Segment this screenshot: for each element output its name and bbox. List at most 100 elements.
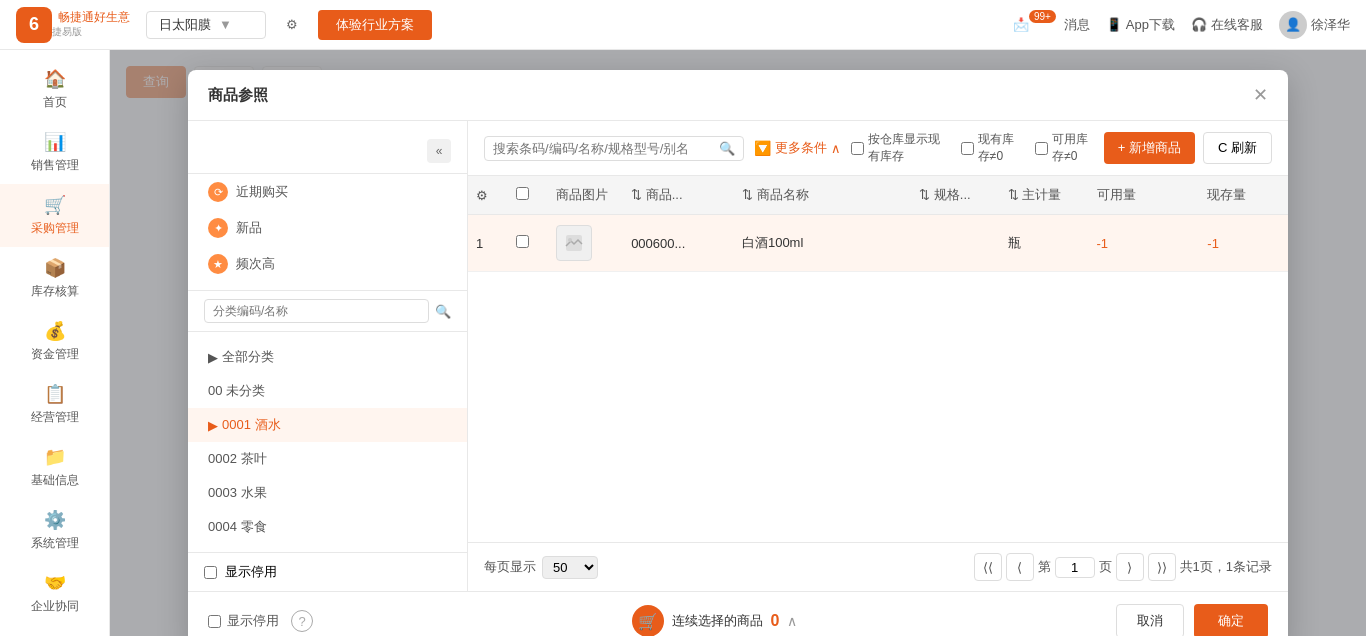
avatar: 👤 [1279,11,1307,39]
tree-item-0004[interactable]: 0004 零食 [188,510,467,544]
close-icon[interactable]: ✕ [1253,84,1268,106]
settings-icon[interactable]: ⚙ [276,9,308,41]
tree-item-uncategorized[interactable]: 00 未分类 [188,374,467,408]
footer-disabled-checkbox[interactable] [208,615,221,628]
modal-body: « ⟳ 近期购买 ✦ 新品 ★ [188,121,1288,591]
expand-icon-0001: ▶ [208,418,218,433]
tree-label-0004: 0004 零食 [208,518,267,536]
sidebar-item-guide[interactable]: 🎓 新手引导 [0,625,109,636]
left-panel-footer: 显示停用 [188,552,467,591]
more-filters-button[interactable]: 🔽 更多条件 ∧ [754,139,841,157]
frequent-item[interactable]: ★ 频次高 [188,246,467,282]
sidebar-item-sales[interactable]: 📊 销售管理 [0,121,109,184]
category-tree: ▶ 全部分类 00 未分类 ▶ 0001 酒水 0002 茶 [188,332,467,552]
recent-purchase-item[interactable]: ⟳ 近期购买 [188,174,467,210]
modal-footer: 显示停用 ? 🛒 连续选择的商品 0 ∧ 取消 确定 [188,591,1288,636]
trial-button[interactable]: 体验行业方案 [318,10,432,40]
home-icon: 🏠 [44,68,66,90]
category-search-icon[interactable]: 🔍 [435,304,451,319]
cart-icon[interactable]: 🛒 [632,605,664,636]
collapse-cart-icon[interactable]: ∧ [787,613,797,629]
sidebar-item-collab[interactable]: 🤝 企业协同 [0,562,109,625]
col-checkbox[interactable] [508,176,548,215]
recent-icon: ⟳ [208,182,228,202]
first-page-button[interactable]: ⟨⟨ [974,553,1002,581]
page-of: 页 [1099,558,1112,576]
warehouse-selector[interactable]: 日太阳膜 ▼ [146,11,266,39]
col-unit-header[interactable]: ⇅ 主计量 [1000,176,1089,215]
page-input[interactable] [1055,557,1095,578]
stock-filter-label: 现有库存≠0 [978,131,1019,165]
product-table: ⚙ 商品图片 ⇅ 商品... ⇅ 商品名称 [468,176,1288,272]
pager: ⟨⟨ ⟨ 第 页 ⟩ ⟩⟩ 共1页，1条记录 [974,553,1272,581]
new-product-item[interactable]: ✦ 新品 [188,210,467,246]
sidebar-item-business[interactable]: 📋 经营管理 [0,373,109,436]
next-page-button[interactable]: ⟩ [1116,553,1144,581]
user-profile[interactable]: 👤 徐泽华 [1279,11,1350,39]
category-search-input[interactable] [204,299,429,323]
col-code-header[interactable]: ⇅ 商品... [623,176,734,215]
available-checkbox[interactable] [1035,142,1048,155]
tree-label-0002: 0002 茶叶 [208,450,267,468]
col-available-header[interactable]: 可用量 [1089,176,1200,215]
left-panel: « ⟳ 近期购买 ✦ 新品 ★ [188,121,468,591]
logo: 6 畅捷通好生意 捷易版 [16,7,130,43]
col-stock-header: 现存量 [1199,176,1288,215]
prev-page-button[interactable]: ⟨ [1006,553,1034,581]
recent-label: 近期购买 [236,183,288,201]
inventory-icon: 📦 [44,257,66,279]
select-all-checkbox[interactable] [516,187,529,200]
warehouse-checkbox[interactable] [851,142,864,155]
app-download-button[interactable]: 📱 App下载 [1106,16,1175,34]
col-name-header[interactable]: ⇅ 商品名称 [734,176,911,215]
app-download-label: App下载 [1126,16,1175,34]
system-icon: ⚙️ [44,509,66,531]
sidebar-label-basic: 基础信息 [31,472,79,489]
right-actions: + 新增商品 C 刷新 [1104,132,1272,164]
phone-icon: 📱 [1106,17,1122,32]
per-page: 每页显示 50 100 200 [484,556,598,579]
sidebar-item-system[interactable]: ⚙️ 系统管理 [0,499,109,562]
sidebar-item-basic[interactable]: 📁 基础信息 [0,436,109,499]
confirm-button[interactable]: 确定 [1194,604,1268,636]
main-layout: 🏠 首页 📊 销售管理 🛒 采购管理 📦 库存核算 💰 资金管理 📋 经营管理 … [0,50,1366,636]
col-gear[interactable]: ⚙ [468,176,508,215]
help-icon[interactable]: ? [291,610,313,632]
sidebar-item-finance[interactable]: 💰 资金管理 [0,310,109,373]
row-select-checkbox[interactable] [516,235,529,248]
search-icon[interactable]: 🔍 [719,141,735,156]
footer-disabled-label: 显示停用 [227,612,279,630]
tree-item-all[interactable]: ▶ 全部分类 [188,340,467,374]
sidebar-label-purchase: 采购管理 [31,220,79,237]
tree-item-0005[interactable]: 0005 饮料 [188,544,467,552]
refresh-button[interactable]: C 刷新 [1203,132,1272,164]
cart-label: 连续选择的商品 [672,612,763,630]
add-product-button[interactable]: + 新增商品 [1104,132,1195,164]
sidebar-item-purchase[interactable]: 🛒 采购管理 [0,184,109,247]
product-search-input[interactable] [493,141,715,156]
col-image-header: 商品图片 [548,176,623,215]
sidebar-item-inventory[interactable]: 📦 库存核算 [0,247,109,310]
per-page-select[interactable]: 50 100 200 [542,556,598,579]
row-checkbox[interactable] [508,215,548,272]
sales-icon: 📊 [44,131,66,153]
sidebar-label-home: 首页 [43,94,67,111]
table-row[interactable]: 1 000600... 白酒100ml [468,215,1288,272]
tree-item-0003[interactable]: 0003 水果 [188,476,467,510]
product-reference-modal: 商品参照 ✕ « ⟳ 近期购买 [188,70,1288,636]
service-button[interactable]: 🎧 在线客服 [1191,16,1263,34]
sidebar-label-inventory: 库存核算 [31,283,79,300]
cancel-button[interactable]: 取消 [1116,604,1184,636]
show-disabled-checkbox[interactable] [204,566,217,579]
col-spec-header[interactable]: ⇅ 规格... [911,176,1000,215]
sidebar-label-finance: 资金管理 [31,346,79,363]
messages-button[interactable]: 📩 99+ 消息 [1013,16,1090,34]
modal-header: 商品参照 ✕ [188,70,1288,121]
stock-filter: 现有库存≠0 [961,131,1019,165]
last-page-button[interactable]: ⟩⟩ [1148,553,1176,581]
stock-checkbox[interactable] [961,142,974,155]
collapse-button[interactable]: « [427,139,451,163]
tree-item-0002[interactable]: 0002 茶叶 [188,442,467,476]
tree-item-0001[interactable]: ▶ 0001 酒水 [188,408,467,442]
sidebar-item-home[interactable]: 🏠 首页 [0,58,109,121]
